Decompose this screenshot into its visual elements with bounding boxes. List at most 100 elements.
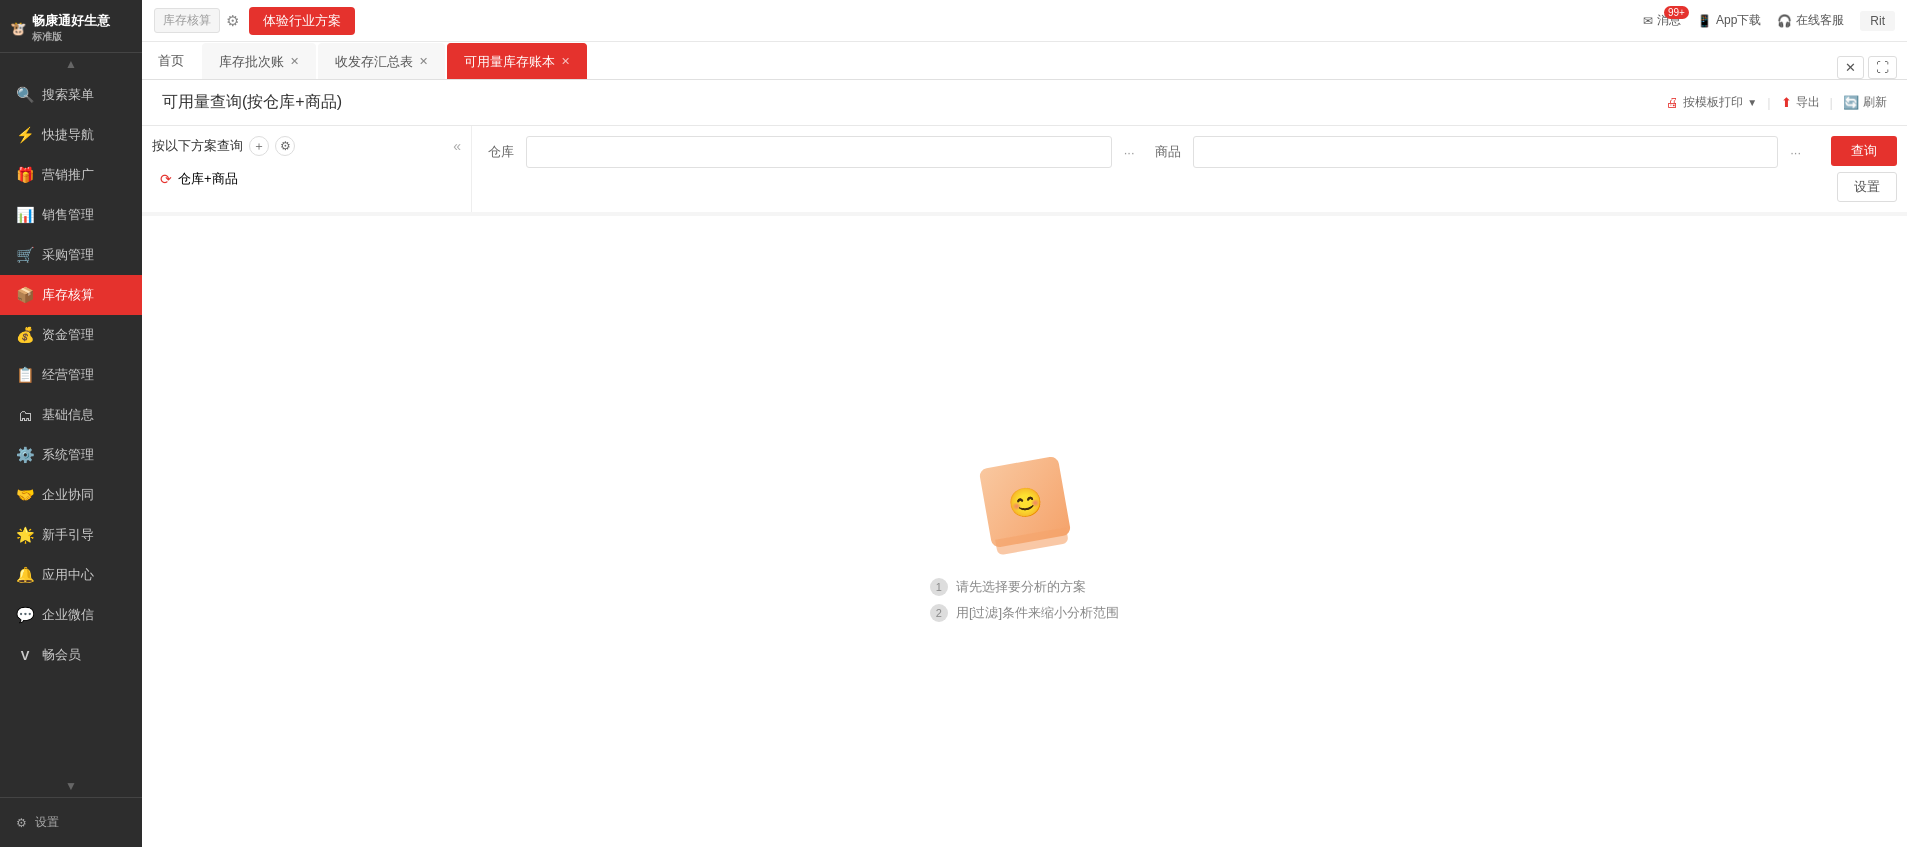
print-template-button[interactable]: 🖨 按模板打印 ▼ (1666, 94, 1757, 111)
empty-hint-2: 2 用[过滤]条件来缩小分析范围 (930, 604, 1119, 622)
sidebar-item-label: 基础信息 (42, 406, 94, 424)
sidebar-item-newbie[interactable]: 🌟 新手引导 (0, 515, 142, 555)
tab-summary-label: 收发存汇总表 (335, 53, 413, 71)
hint-num-2: 2 (930, 604, 948, 622)
print-dropdown-icon[interactable]: ▼ (1747, 97, 1757, 108)
message-button[interactable]: ✉ 消息 99+ (1643, 12, 1681, 29)
query-section: 按以下方案查询 ＋ ⚙ « ⟳ 仓库+商品 仓库 ··· (142, 126, 1907, 212)
sidebar-nav: 🔍 搜索菜单 ⚡ 快捷导航 🎁 营销推广 📊 销售管理 🛒 采购管理 📦 库存核… (0, 75, 142, 775)
basics-icon: 🗂 (16, 407, 34, 424)
empty-box-graphic: 😊 (978, 455, 1071, 548)
sidebar: 🐮 畅康通好生意 标准版 ▲ 🔍 搜索菜单 ⚡ 快捷导航 🎁 营销推广 📊 销售… (0, 0, 142, 847)
tab-available[interactable]: 可用量库存账本 ✕ (447, 43, 587, 79)
tab-close-all-button[interactable]: ✕ (1837, 56, 1864, 79)
tab-available-close[interactable]: ✕ (561, 55, 570, 68)
refresh-icon: 🔄 (1843, 95, 1859, 110)
query-button[interactable]: 查询 (1831, 136, 1897, 166)
tab-home-label: 首页 (158, 52, 184, 70)
tab-batch-close[interactable]: ✕ (290, 55, 299, 68)
product-more-button[interactable]: ··· (1786, 145, 1805, 160)
scheme-item-label: 仓库+商品 (178, 170, 238, 188)
sidebar-item-appcenter[interactable]: 🔔 应用中心 (0, 555, 142, 595)
sidebar-bottom: ⚙ 设置 (0, 797, 142, 847)
scheme-item-warehouse-product[interactable]: ⟳ 仓库+商品 (152, 164, 461, 194)
warehouse-filter-field: 仓库 ··· (488, 136, 1139, 168)
tab-batch-label: 库存批次账 (219, 53, 284, 71)
sidebar-item-label: 新手引导 (42, 526, 94, 544)
warehouse-more-button[interactable]: ··· (1120, 145, 1139, 160)
sidebar-item-marketing[interactable]: 🎁 营销推广 (0, 155, 142, 195)
sidebar-item-label: 采购管理 (42, 246, 94, 264)
sidebar-item-purchase[interactable]: 🛒 采购管理 (0, 235, 142, 275)
settings-bottom-icon: ⚙ (16, 816, 27, 830)
sidebar-scroll-up[interactable]: ▲ (0, 53, 142, 75)
scheme-item-icon: ⟳ (160, 171, 172, 187)
sidebar-item-label: 企业协同 (42, 486, 94, 504)
user-menu[interactable]: Rit (1860, 11, 1895, 31)
warehouse-filter-input[interactable] (526, 136, 1112, 168)
app-download-button[interactable]: 📱 App下载 (1697, 12, 1761, 29)
brand-icon: 🐮 (10, 21, 26, 36)
sidebar-item-label: 应用中心 (42, 566, 94, 584)
hint-text-1: 请先选择要分析的方案 (956, 578, 1086, 596)
tab-home[interactable]: 首页 (142, 43, 200, 79)
sales-icon: 📊 (16, 206, 34, 224)
wechat-icon: 💬 (16, 606, 34, 624)
refresh-button[interactable]: 🔄 刷新 (1843, 94, 1887, 111)
sidebar-scroll-down[interactable]: ▼ (0, 775, 142, 797)
header-actions: 🖨 按模板打印 ▼ | ⬆ 导出 | 🔄 刷新 (1666, 94, 1887, 123)
schemes-header-label: 按以下方案查询 (152, 137, 243, 155)
sidebar-item-system[interactable]: ⚙️ 系统管理 (0, 435, 142, 475)
sidebar-item-wechat[interactable]: 💬 企业微信 (0, 595, 142, 635)
user-label: Rit (1870, 14, 1885, 28)
empty-state: 😊 1 请先选择要分析的方案 2 用[过滤]条件来缩小分析范围 (142, 216, 1907, 847)
edit-scheme-button[interactable]: ⚙ (275, 136, 295, 156)
add-scheme-button[interactable]: ＋ (249, 136, 269, 156)
message-badge: 99+ (1664, 6, 1689, 19)
sidebar-item-label: 资金管理 (42, 326, 94, 344)
sidebar-item-cooperation[interactable]: 🤝 企业协同 (0, 475, 142, 515)
tab-summary[interactable]: 收发存汇总表 ✕ (318, 43, 445, 79)
empty-face-icon: 😊 (1004, 482, 1044, 521)
export-button[interactable]: ⬆ 导出 (1781, 94, 1820, 111)
tab-batch[interactable]: 库存批次账 ✕ (202, 43, 316, 79)
sidebar-item-label: 库存核算 (42, 286, 94, 304)
topbar-right: ✉ 消息 99+ 📱 App下载 🎧 在线客服 Rit (1643, 11, 1895, 31)
topbar: 库存核算 ⚙ 体验行业方案 ✉ 消息 99+ 📱 App下载 🎧 在线客服 Ri… (142, 0, 1907, 42)
system-icon: ⚙️ (16, 446, 34, 464)
sidebar-settings[interactable]: ⚙ 设置 (0, 806, 142, 839)
topbar-left: 库存核算 ⚙ (154, 8, 239, 33)
divider1: | (1767, 95, 1770, 110)
export-icon: ⬆ (1781, 95, 1792, 110)
finance-icon: 💰 (16, 326, 34, 344)
newbie-icon: 🌟 (16, 526, 34, 544)
sidebar-item-finance[interactable]: 💰 资金管理 (0, 315, 142, 355)
service-button[interactable]: 🎧 在线客服 (1777, 12, 1844, 29)
sidebar-item-label: 畅会员 (42, 646, 81, 664)
tab-expand-button[interactable]: ⛶ (1868, 56, 1897, 79)
sidebar-item-member[interactable]: V 畅会员 (0, 635, 142, 675)
product-filter-input[interactable] (1193, 136, 1779, 168)
message-icon: ✉ (1643, 14, 1653, 28)
sidebar-item-sales[interactable]: 📊 销售管理 (0, 195, 142, 235)
trial-button[interactable]: 体验行业方案 (249, 7, 355, 35)
sidebar-item-label: 销售管理 (42, 206, 94, 224)
sidebar-item-shortcut[interactable]: ⚡ 快捷导航 (0, 115, 142, 155)
sidebar-item-inventory[interactable]: 📦 库存核算 (0, 275, 142, 315)
refresh-label: 刷新 (1863, 94, 1887, 111)
filter-fields: 仓库 ··· 商品 ··· (472, 126, 1821, 212)
sidebar-item-basics[interactable]: 🗂 基础信息 (0, 395, 142, 435)
warehouse-filter-label: 仓库 (488, 143, 518, 161)
sidebar-item-search[interactable]: 🔍 搜索菜单 (0, 75, 142, 115)
tab-summary-close[interactable]: ✕ (419, 55, 428, 68)
topbar-gear-icon[interactable]: ⚙ (226, 12, 239, 30)
sidebar-item-label: 企业微信 (42, 606, 94, 624)
settings-button[interactable]: 设置 (1837, 172, 1897, 202)
inventory-icon: 📦 (16, 286, 34, 304)
tabs-bar: 首页 库存批次账 ✕ 收发存汇总表 ✕ 可用量库存账本 ✕ ✕ ⛶ (142, 42, 1907, 80)
schemes-header: 按以下方案查询 ＋ ⚙ « (152, 136, 461, 156)
divider2: | (1830, 95, 1833, 110)
sidebar-item-operations[interactable]: 📋 经营管理 (0, 355, 142, 395)
sidebar-item-label: 系统管理 (42, 446, 94, 464)
collapse-schemes-button[interactable]: « (453, 138, 461, 154)
